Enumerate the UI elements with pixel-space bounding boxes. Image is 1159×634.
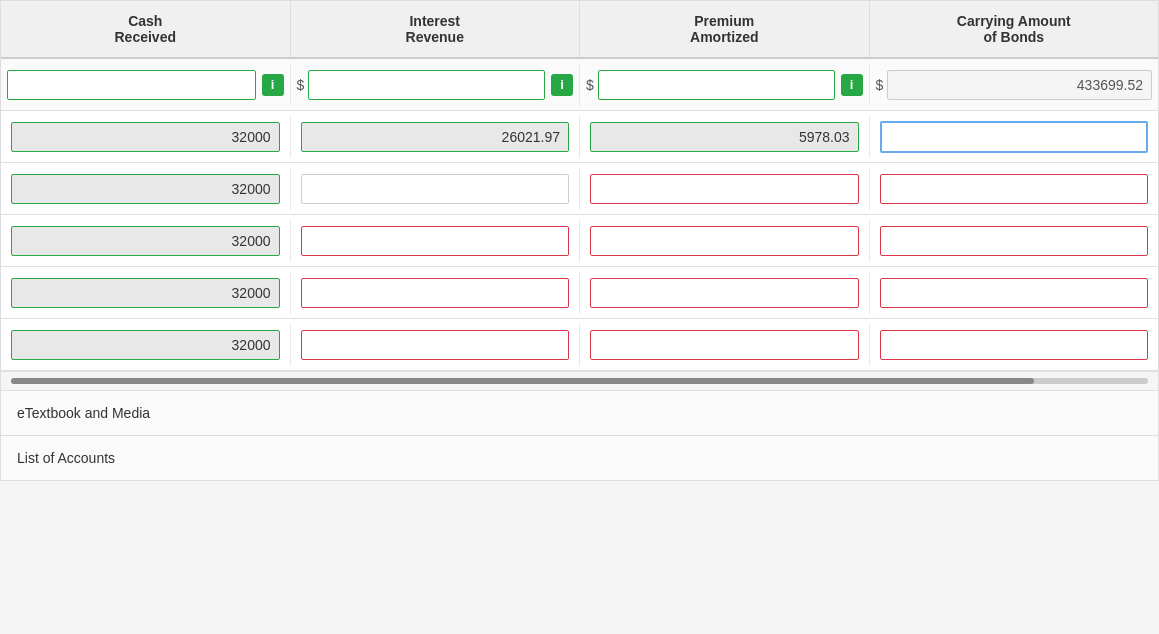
first-input-row: i $ i $ i $ [1, 59, 1158, 111]
row5-premium-input[interactable] [590, 330, 859, 360]
row5-cash-cell [1, 324, 291, 366]
table-row [1, 319, 1158, 371]
header-interest-revenue: Interest Revenue [291, 1, 581, 57]
row5-cash-input [11, 330, 280, 360]
row3-carrying-input[interactable] [880, 226, 1149, 256]
header-row: Cash Received Interest Revenue Premium A… [1, 1, 1158, 59]
row1-premium-input [590, 122, 859, 152]
interest-info-button[interactable]: i [551, 74, 573, 96]
row1-premium-cell [580, 116, 870, 158]
data-rows [1, 111, 1158, 371]
etextbook-button[interactable]: eTextbook and Media [1, 391, 1158, 436]
row5-carrying-input[interactable] [880, 330, 1149, 360]
first-row-carrying-cell: $ [870, 64, 1159, 106]
table-row [1, 215, 1158, 267]
row3-interest-cell [291, 220, 581, 262]
table-row [1, 267, 1158, 319]
row5-interest-cell [291, 324, 581, 366]
scrollbar-track[interactable] [11, 378, 1148, 384]
row1-cash-cell [1, 116, 291, 158]
etextbook-label: eTextbook and Media [17, 405, 150, 421]
row1-interest-cell [291, 116, 581, 158]
header-cash-received: Cash Received [1, 1, 291, 57]
first-row-premium-cell: $ i [580, 64, 870, 106]
row1-carrying-input[interactable] [880, 121, 1149, 153]
row4-carrying-cell [870, 272, 1159, 314]
table-row [1, 163, 1158, 215]
premium-info-button[interactable]: i [841, 74, 863, 96]
first-row-premium-input[interactable] [598, 70, 835, 100]
row5-premium-cell [580, 324, 870, 366]
row5-carrying-cell [870, 324, 1159, 366]
row4-cash-cell [1, 272, 291, 314]
row4-premium-cell [580, 272, 870, 314]
carrying-dollar-sign: $ [876, 77, 884, 93]
row2-interest-input[interactable] [301, 174, 570, 204]
row2-interest-cell [291, 168, 581, 210]
scrollbar-thumb[interactable] [11, 378, 1034, 384]
row1-cash-input [11, 122, 280, 152]
table-row [1, 111, 1158, 163]
row5-interest-input[interactable] [301, 330, 570, 360]
row3-cash-input [11, 226, 280, 256]
first-row-interest-input[interactable] [308, 70, 545, 100]
premium-dollar-sign: $ [586, 77, 594, 93]
row3-cash-cell [1, 220, 291, 262]
list-of-accounts-button[interactable]: List of Accounts [1, 436, 1158, 480]
row2-premium-cell [580, 168, 870, 210]
main-container: Cash Received Interest Revenue Premium A… [0, 0, 1159, 481]
row4-premium-input[interactable] [590, 278, 859, 308]
cash-info-button[interactable]: i [262, 74, 284, 96]
first-row-interest-cell: $ i [291, 64, 581, 106]
row2-carrying-cell [870, 168, 1159, 210]
list-of-accounts-label: List of Accounts [17, 450, 115, 466]
row3-carrying-cell [870, 220, 1159, 262]
row2-cash-input [11, 174, 280, 204]
interest-dollar-sign: $ [297, 77, 305, 93]
row3-premium-cell [580, 220, 870, 262]
first-row-cash-cell: i [1, 64, 291, 106]
row3-premium-input[interactable] [590, 226, 859, 256]
row4-interest-cell [291, 272, 581, 314]
first-row-carrying-input [887, 70, 1152, 100]
scrollbar-row[interactable] [1, 371, 1158, 391]
first-row-cash-input[interactable] [7, 70, 256, 100]
header-premium-amortized: Premium Amortized [580, 1, 870, 57]
row1-carrying-cell [870, 115, 1159, 159]
row2-cash-cell [1, 168, 291, 210]
row1-interest-input [301, 122, 570, 152]
row3-interest-input[interactable] [301, 226, 570, 256]
header-carrying-amount: Carrying Amount of Bonds [870, 1, 1159, 57]
row2-premium-input[interactable] [590, 174, 859, 204]
row4-cash-input [11, 278, 280, 308]
row4-interest-input[interactable] [301, 278, 570, 308]
row2-carrying-input[interactable] [880, 174, 1149, 204]
row4-carrying-input[interactable] [880, 278, 1149, 308]
